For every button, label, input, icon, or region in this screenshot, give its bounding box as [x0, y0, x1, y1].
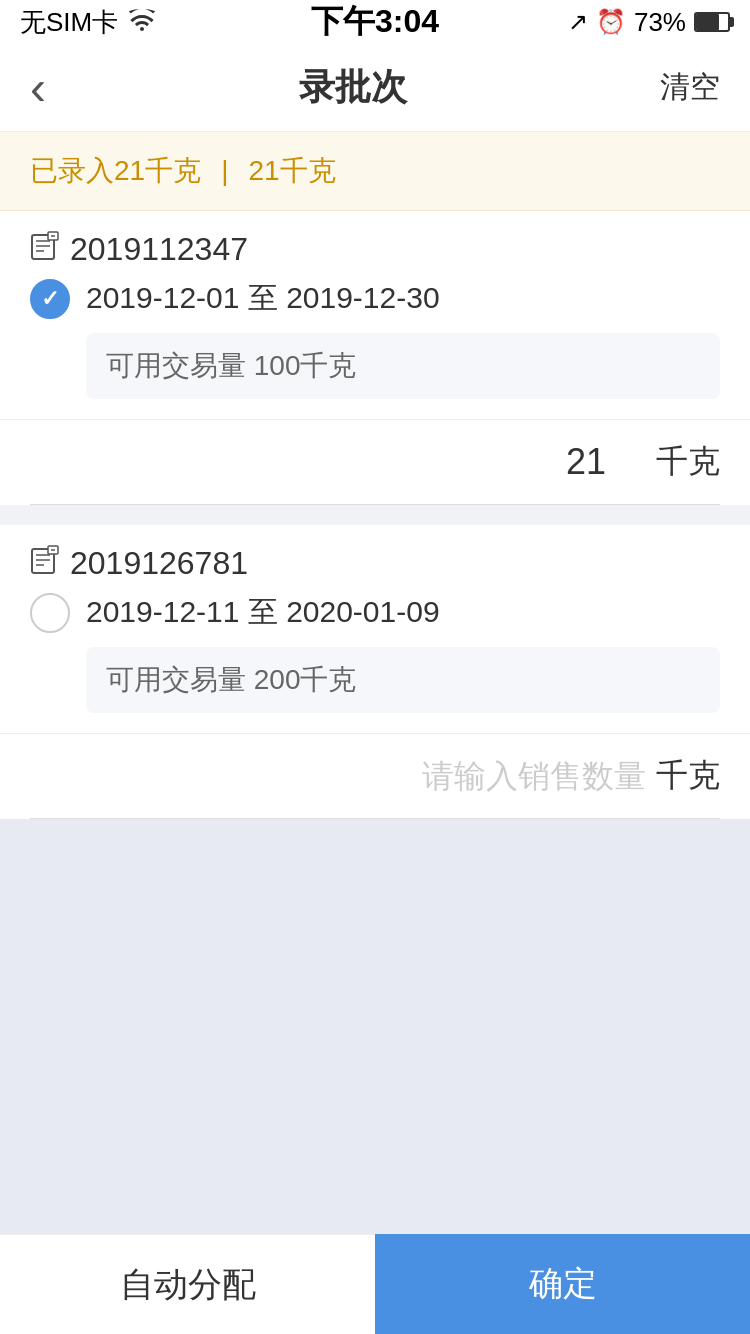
batch1-qty-row: 21 千克: [0, 419, 750, 504]
summary-divider: |: [221, 155, 228, 187]
batch2-date: 2019-12-11 至 2020-01-09: [86, 592, 440, 633]
status-bar: 无SIM卡 下午3:04 ↗ ⏰ 73%: [0, 0, 750, 44]
clear-button[interactable]: 清空: [660, 67, 720, 108]
batch1-radio[interactable]: [30, 279, 70, 319]
battery-text: 73%: [634, 7, 686, 38]
status-right: ↗ ⏰ 73%: [568, 7, 730, 38]
back-button[interactable]: ‹: [30, 60, 46, 115]
confirm-button[interactable]: 确定: [375, 1234, 750, 1334]
status-left: 无SIM卡: [20, 5, 156, 40]
auto-distribute-button[interactable]: 自动分配: [0, 1234, 375, 1334]
recorded-label: 已录入21千克: [30, 152, 201, 190]
batch1-qty-unit: 千克: [656, 440, 720, 484]
nav-bar: ‹ 录批次 清空: [0, 44, 750, 132]
section-separator: [0, 505, 750, 525]
batch2-header: 2019126781: [30, 545, 720, 582]
batch2-qty-row: 千克: [0, 733, 750, 818]
batch2-date-row: 2019-12-11 至 2020-01-09: [30, 592, 720, 633]
batch1-header: 2019112347: [30, 231, 720, 268]
wifi-icon: [128, 7, 156, 38]
batch2-qty-input[interactable]: [0, 758, 646, 795]
batch2-available: 可用交易量 200千克: [86, 647, 720, 713]
batch1-date: 2019-12-01 至 2019-12-30: [86, 278, 440, 319]
bottom-bar: 自动分配 确定: [0, 1234, 750, 1334]
location-icon: ↗: [568, 8, 588, 36]
carrier-text: 无SIM卡: [20, 5, 118, 40]
batch1-icon: [30, 231, 60, 268]
time-display: 下午3:04: [311, 0, 439, 44]
summary-total: 21千克: [248, 152, 335, 190]
batch2-icon: [30, 545, 60, 582]
batch1-qty-value: 21: [566, 441, 606, 483]
batch-card-1: 2019112347 2019-12-01 至 2019-12-30 可用交易量…: [0, 211, 750, 505]
summary-banner: 已录入21千克 | 21千克: [0, 132, 750, 211]
batch-card-2: 2019126781 2019-12-11 至 2020-01-09 可用交易量…: [0, 525, 750, 819]
batch1-id: 2019112347: [70, 231, 248, 268]
batch2-id: 2019126781: [70, 545, 248, 582]
page-title: 录批次: [299, 63, 407, 112]
batch2-radio[interactable]: [30, 593, 70, 633]
batch1-date-row: 2019-12-01 至 2019-12-30: [30, 278, 720, 319]
batch2-qty-unit: 千克: [656, 754, 720, 798]
batch1-available: 可用交易量 100千克: [86, 333, 720, 399]
alarm-icon: ⏰: [596, 8, 626, 36]
battery-icon: [694, 12, 730, 32]
